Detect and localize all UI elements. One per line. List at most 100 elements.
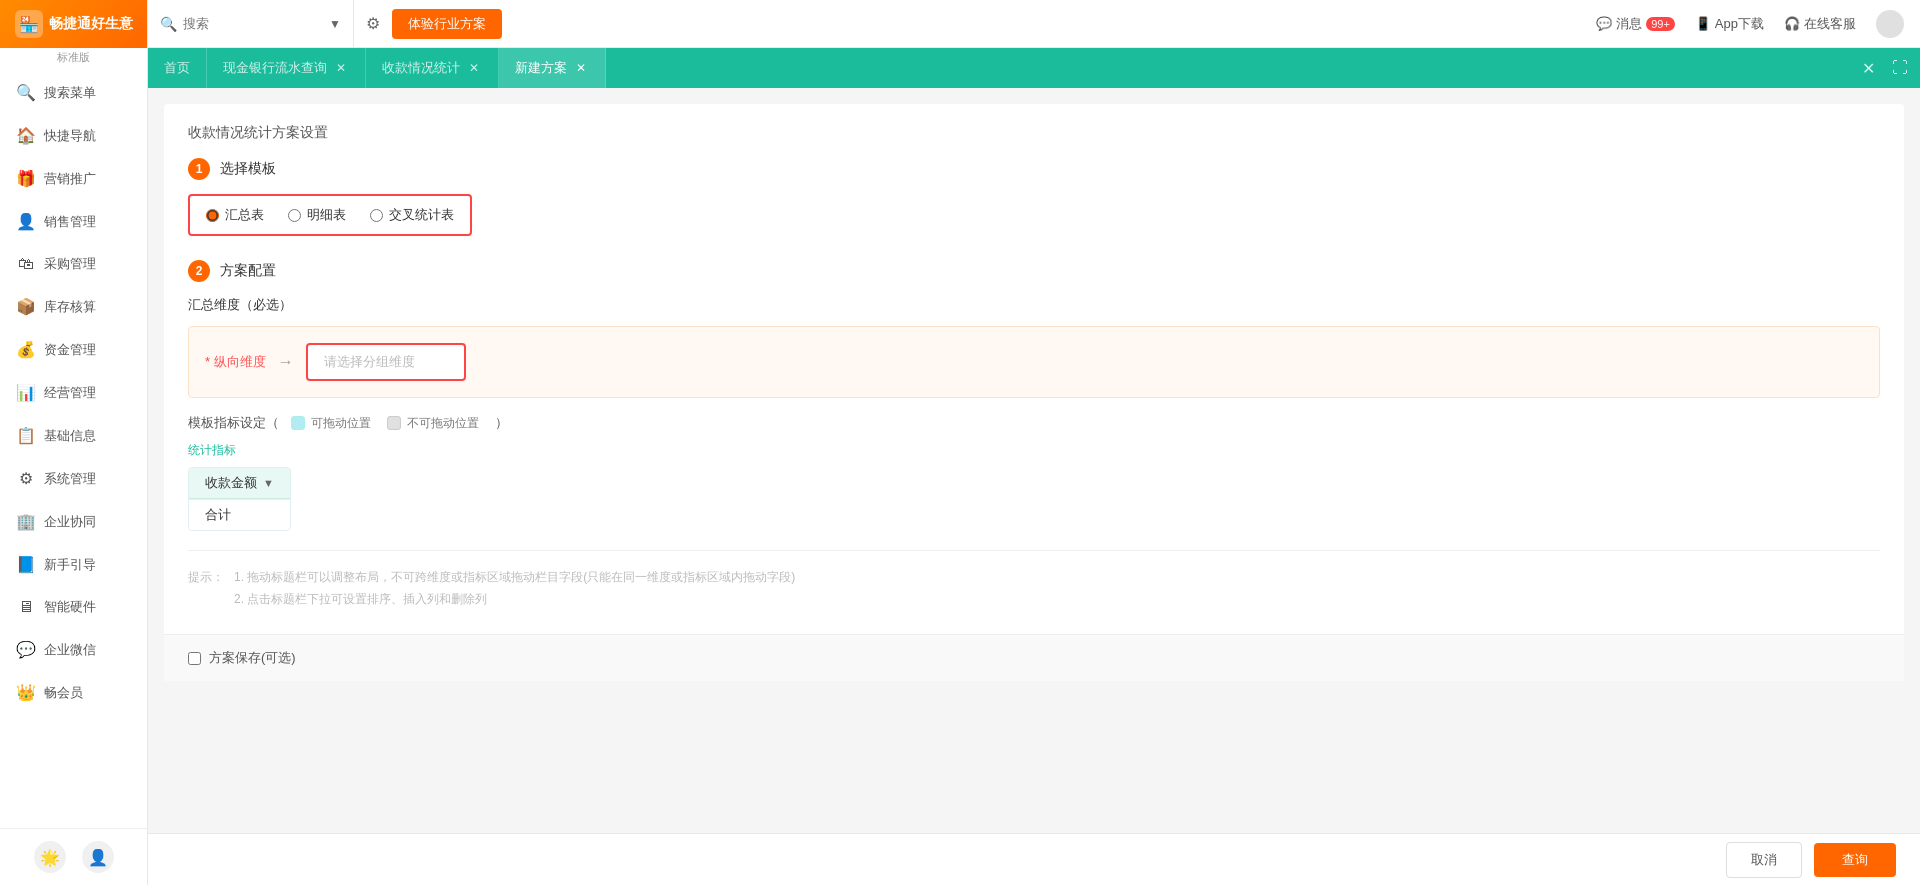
header-search: 🔍 ▼ <box>148 0 354 48</box>
config-card: 收款情况统计方案设置 1 选择模板 汇总表 明细表 交叉统计表 <box>164 104 1904 681</box>
tab-home[interactable]: 首页 <box>148 48 207 88</box>
metrics-header: 模板指标设定（ 可拖动位置 不可拖动位置 ） <box>188 414 1880 432</box>
sidebar-bottom-icon2[interactable]: 👤 <box>82 841 114 873</box>
sidebar-item-system[interactable]: ⚙ 系统管理 <box>0 457 147 500</box>
sidebar-item-hardware[interactable]: 🖥 智能硬件 <box>0 586 147 628</box>
industry-btn[interactable]: 体验行业方案 <box>392 9 502 39</box>
tab-home-label: 首页 <box>164 59 190 77</box>
tabs-actions: ✕ ⛶ <box>1856 56 1920 80</box>
tip2: 提示： 2. 点击标题栏下拉可设置排序、插入列和删除列 <box>188 589 1880 611</box>
sidebar-item-finance[interactable]: 💰 资金管理 <box>0 328 147 371</box>
dimension-title: 汇总维度（必选） <box>188 296 1880 314</box>
sidebar-item-label: 畅会员 <box>44 684 83 702</box>
download-label: App下载 <box>1715 15 1764 33</box>
metrics-header-text: 收款金额 <box>205 474 257 492</box>
radio-summary-input[interactable] <box>206 209 219 222</box>
dimension-area: * 纵向维度 → 请选择分组维度 <box>188 326 1880 398</box>
sidebar-item-label: 快捷导航 <box>44 127 96 145</box>
dimension-row: * 纵向维度 → 请选择分组维度 <box>205 343 1863 381</box>
sidebar-item-sales[interactable]: 👤 销售管理 <box>0 200 147 243</box>
legend-close: ） <box>495 414 508 432</box>
radio-crosstab[interactable]: 交叉统计表 <box>370 206 454 224</box>
radio-crosstab-input[interactable] <box>370 209 383 222</box>
settings-icon[interactable]: ⚙ <box>366 14 380 33</box>
tab-new-plan-close[interactable]: ✕ <box>573 60 589 76</box>
metrics-table-row: 合计 <box>189 499 290 530</box>
tab-bank-label: 现金银行流水查询 <box>223 59 327 77</box>
required-star: * <box>205 354 210 369</box>
sidebar-item-purchase[interactable]: 🛍 采购管理 <box>0 243 147 285</box>
sidebar-item-label: 营销推广 <box>44 170 96 188</box>
legend-fixed-label: 不可拖动位置 <box>407 415 479 432</box>
download-item[interactable]: 📱 App下载 <box>1695 15 1764 33</box>
metrics-table-header[interactable]: 收款金额 ▼ <box>189 468 290 499</box>
money-icon: 💰 <box>16 340 36 359</box>
chat-icon: 💬 <box>16 640 36 659</box>
tab-new-plan[interactable]: 新建方案 ✕ <box>499 48 606 88</box>
sidebar-item-label: 企业协同 <box>44 513 96 531</box>
sidebar-item-label: 基础信息 <box>44 427 96 445</box>
sidebar-item-search[interactable]: 🔍 搜索菜单 <box>0 71 147 114</box>
tab-stats[interactable]: 收款情况统计 ✕ <box>366 48 499 88</box>
metrics-category-label: 统计指标 <box>188 442 1880 459</box>
radio-summary[interactable]: 汇总表 <box>206 206 264 224</box>
cancel-button[interactable]: 取消 <box>1726 842 1802 878</box>
search-dropdown-btn[interactable]: ▼ <box>329 17 341 31</box>
step1-section: 1 选择模板 汇总表 明细表 交叉统计表 <box>188 158 1880 236</box>
sidebar-item-operation[interactable]: 📊 经营管理 <box>0 371 147 414</box>
sidebar-item-wechat[interactable]: 💬 企业微信 <box>0 628 147 671</box>
dimension-selector[interactable]: 请选择分组维度 <box>306 343 466 381</box>
sidebar-item-label: 资金管理 <box>44 341 96 359</box>
search-input[interactable] <box>183 16 323 31</box>
step2-label: 方案配置 <box>220 262 276 280</box>
sidebar-item-marketing[interactable]: 🎁 营销推广 <box>0 157 147 200</box>
sidebar-item-basic[interactable]: 📋 基础信息 <box>0 414 147 457</box>
support-item[interactable]: 🎧 在线客服 <box>1784 15 1856 33</box>
user-icon: 👤 <box>16 212 36 231</box>
sidebar-item-enterprise[interactable]: 🏢 企业协同 <box>0 500 147 543</box>
sidebar-item-label: 采购管理 <box>44 255 96 273</box>
chart-icon: 📊 <box>16 383 36 402</box>
query-button[interactable]: 查询 <box>1814 843 1896 877</box>
save-checkbox[interactable] <box>188 652 201 665</box>
sidebar-item-member[interactable]: 👑 畅会员 <box>0 671 147 714</box>
save-option: 方案保存(可选) <box>164 634 1904 681</box>
radio-detail[interactable]: 明细表 <box>288 206 346 224</box>
bottom-bar: 取消 查询 <box>148 833 1920 885</box>
step1-label: 选择模板 <box>220 160 276 178</box>
tab-bank[interactable]: 现金银行流水查询 ✕ <box>207 48 366 88</box>
tab-bar: 首页 现金银行流水查询 ✕ 收款情况统计 ✕ 新建方案 ✕ ✕ ⛶ <box>148 48 1920 88</box>
header-right: 💬 消息 99+ 📱 App下载 🎧 在线客服 <box>1596 10 1920 38</box>
sidebar-item-inventory[interactable]: 📦 库存核算 <box>0 285 147 328</box>
headphone-icon: 🎧 <box>1784 16 1800 31</box>
gift-icon: 🎁 <box>16 169 36 188</box>
sidebar-item-guide[interactable]: 📘 新手引导 <box>0 543 147 586</box>
sidebar-item-label: 库存核算 <box>44 298 96 316</box>
sidebar-item-quicknav[interactable]: 🏠 快捷导航 <box>0 114 147 157</box>
metrics-dropdown-icon[interactable]: ▼ <box>263 477 274 489</box>
radio-detail-label: 明细表 <box>307 206 346 224</box>
user-avatar[interactable] <box>1876 10 1904 38</box>
expand-tab-icon[interactable]: ⛶ <box>1888 56 1912 80</box>
tip1: 提示： 1. 拖动标题栏可以调整布局，不可跨维度或指标区域拖动栏目字段(只能在同… <box>188 567 1880 589</box>
sidebar-item-label: 新手引导 <box>44 556 96 574</box>
tab-bank-close[interactable]: ✕ <box>333 60 349 76</box>
logo-icon: 🏪 <box>15 10 43 38</box>
message-item[interactable]: 💬 消息 99+ <box>1596 15 1675 33</box>
tab-stats-close[interactable]: ✕ <box>466 60 482 76</box>
radio-detail-input[interactable] <box>288 209 301 222</box>
sidebar-item-label: 智能硬件 <box>44 598 96 616</box>
sidebar-item-label: 销售管理 <box>44 213 96 231</box>
bag-icon: 🛍 <box>16 255 36 273</box>
step1-num: 1 <box>188 158 210 180</box>
step2-header: 2 方案配置 <box>188 260 1880 282</box>
sidebar-item-label: 系统管理 <box>44 470 96 488</box>
metrics-title: 模板指标设定（ <box>188 414 279 432</box>
sidebar-bottom-icon1[interactable]: 🌟 <box>34 841 66 873</box>
building-icon: 🏢 <box>16 512 36 531</box>
book-icon: 📘 <box>16 555 36 574</box>
arrow-icon: → <box>278 353 294 371</box>
legend-draggable: 可拖动位置 <box>291 415 371 432</box>
message-icon: 💬 <box>1596 16 1612 31</box>
close-tab-icon[interactable]: ✕ <box>1856 56 1880 80</box>
